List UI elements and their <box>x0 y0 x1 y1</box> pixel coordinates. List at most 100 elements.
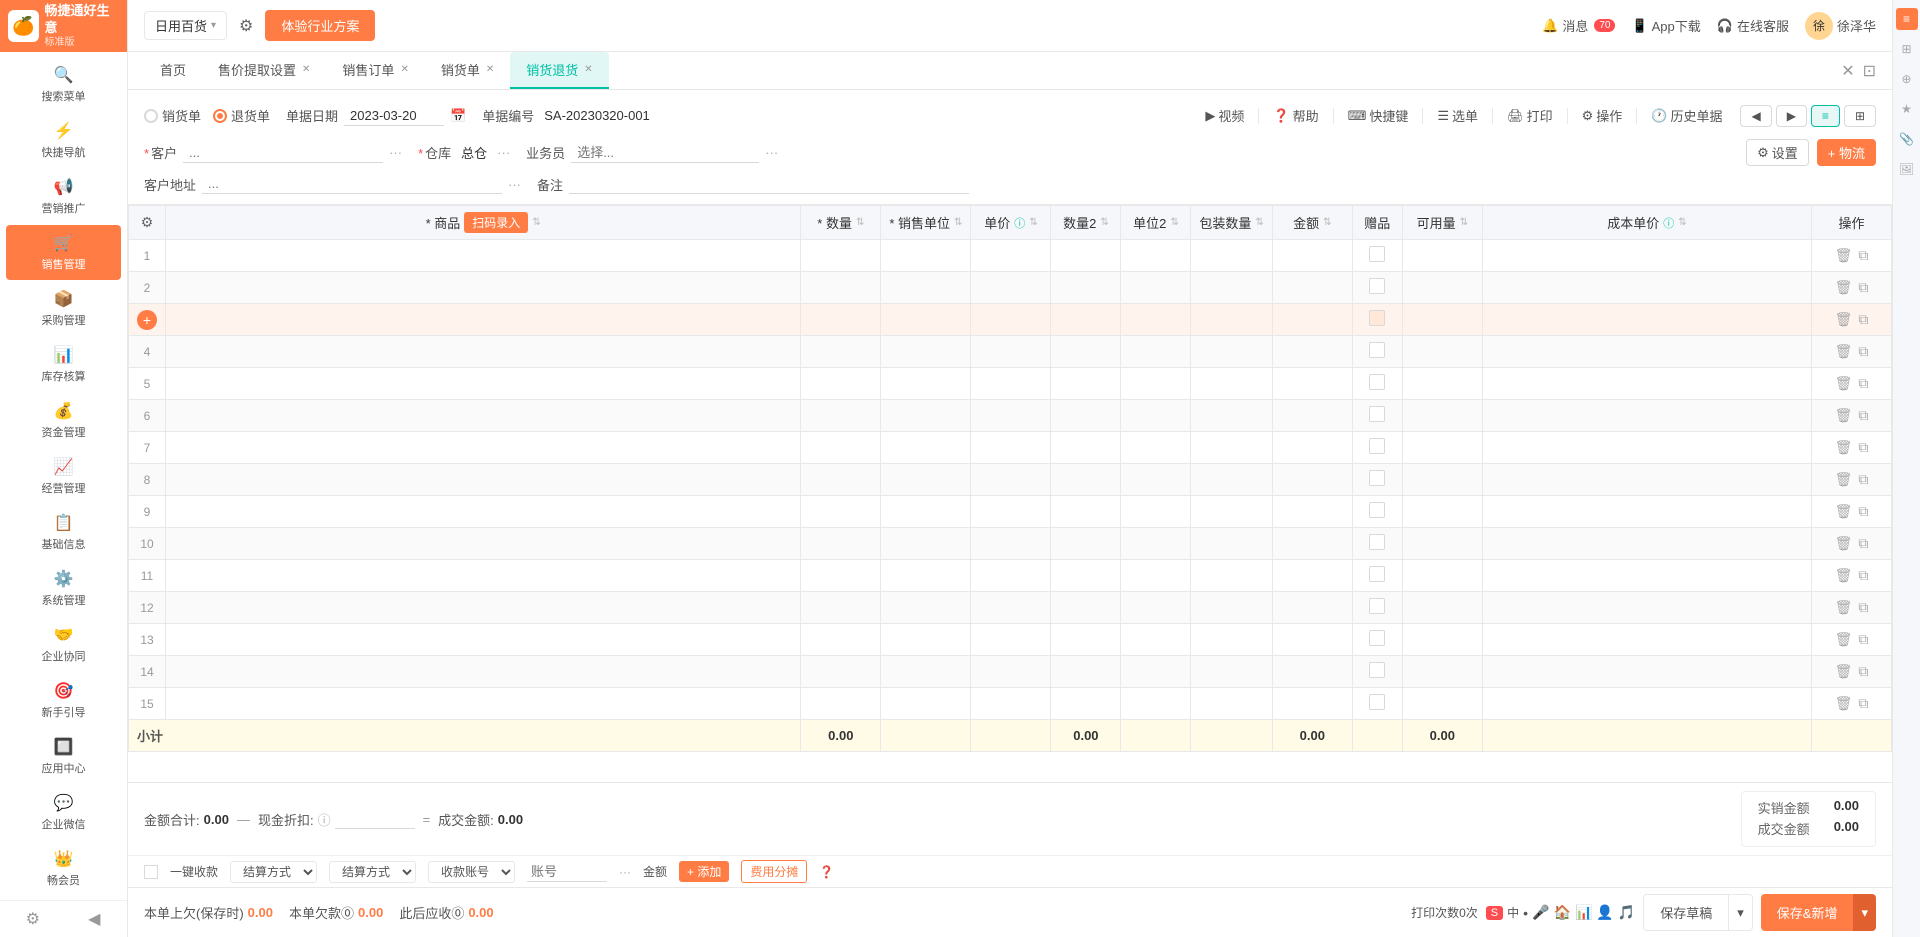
sidebar-item-search[interactable]: 🔍 搜索菜单 <box>6 57 121 112</box>
sidebar-item-system[interactable]: ⚙️ 系统管理 <box>6 561 121 616</box>
settings-btn[interactable]: ⚙ 设置 <box>1746 139 1809 166</box>
gift-checkbox[interactable] <box>1369 630 1385 646</box>
right-panel-image-icon[interactable]: 🖼 <box>1896 158 1918 180</box>
row-amount-cell[interactable] <box>1272 240 1352 272</box>
save-draft-btn[interactable]: 保存草稿 <box>1643 894 1729 931</box>
tab-sale-price-close[interactable]: ✕ <box>302 64 310 75</box>
row-sale-unit-cell[interactable] <box>881 240 971 272</box>
print-btn[interactable]: 🖨 打印 <box>1501 104 1559 127</box>
gift-checkbox[interactable] <box>1369 534 1385 550</box>
row-price-cell[interactable] <box>971 272 1051 304</box>
user-tool-icon[interactable]: 👤 <box>1596 904 1613 921</box>
salesman-dots[interactable]: ··· <box>765 145 778 160</box>
sidebar-item-appstore[interactable]: 🔲 应用中心 <box>6 729 121 784</box>
amount-sort-icon[interactable]: ⇅ <box>1323 217 1331 228</box>
row-qty-cell[interactable] <box>801 304 881 336</box>
row-gift-cell[interactable] <box>1352 240 1402 272</box>
account-dots[interactable]: ··· <box>619 865 631 879</box>
chart-tool-icon[interactable]: 📊 <box>1575 904 1592 921</box>
row-qty2-cell[interactable] <box>1051 272 1121 304</box>
row-product-cell-active[interactable] <box>166 304 801 336</box>
row-unit2-cell[interactable] <box>1121 304 1191 336</box>
calc-select[interactable]: 结算方式 <box>329 861 416 883</box>
scan-btn[interactable]: 扫码录入 <box>464 212 528 233</box>
sidebar-item-sales[interactable]: 🛒 销售管理 <box>6 225 121 280</box>
gift-checkbox-active[interactable] <box>1369 310 1385 326</box>
zhongwen-icon[interactable]: 中 <box>1507 904 1519 921</box>
sidebar-item-purchase[interactable]: 📦 采购管理 <box>6 281 121 336</box>
sidebar-item-operation[interactable]: 📈 经营管理 <box>6 449 121 504</box>
tab-sale-order[interactable]: 销售订单 ✕ <box>326 52 424 89</box>
tab-sale-price[interactable]: 售价提取设置 ✕ <box>202 52 326 89</box>
row-amount-cell[interactable] <box>1272 272 1352 304</box>
music-tool-icon[interactable]: 🎵 <box>1618 904 1635 921</box>
tab-sale-return-close[interactable]: ✕ <box>584 64 592 75</box>
warehouse-dots[interactable]: ··· <box>497 145 510 160</box>
row-delete-icon[interactable]: 🗑 <box>1835 247 1853 264</box>
row-price-cell[interactable] <box>971 304 1051 336</box>
customer-input[interactable] <box>183 143 383 163</box>
gift-checkbox[interactable] <box>1369 438 1385 454</box>
tab-sale-delivery[interactable]: 销货单 ✕ <box>425 52 510 89</box>
unit2-sort-icon[interactable]: ⇅ <box>1170 217 1178 228</box>
row-cost-cell[interactable] <box>1482 240 1811 272</box>
row-pack-cell[interactable] <box>1191 272 1272 304</box>
row-delete-icon[interactable]: 🗑 <box>1835 663 1853 680</box>
nav-prev-btn[interactable]: ◀ <box>1740 105 1771 127</box>
gift-checkbox[interactable] <box>1369 694 1385 710</box>
row-pack-cell[interactable] <box>1191 304 1272 336</box>
row-copy-icon[interactable]: ⧉ <box>1858 535 1868 552</box>
remark-input[interactable] <box>569 174 969 194</box>
gift-checkbox[interactable] <box>1369 662 1385 678</box>
row-delete-icon[interactable]: 🗑 <box>1835 471 1853 488</box>
product-sort-icon[interactable]: ⇅ <box>532 217 540 228</box>
row-copy-icon[interactable]: ⧉ <box>1858 375 1868 392</box>
account-select[interactable]: 收款账号 <box>428 861 515 883</box>
row-copy-icon[interactable]: ⧉ <box>1858 567 1868 584</box>
sidebar-settings-btn[interactable]: ⚙ <box>6 909 60 929</box>
row-pack-cell[interactable] <box>1191 240 1272 272</box>
fullscreen-btn[interactable]: ⊡ <box>1863 61 1876 81</box>
row-unit2-cell[interactable] <box>1121 272 1191 304</box>
row-price-cell[interactable] <box>971 240 1051 272</box>
cash-discount-input[interactable] <box>335 809 415 829</box>
experience-btn[interactable]: 体验行业方案 <box>265 10 375 41</box>
select-order-btn[interactable]: ☰ 选单 <box>1431 104 1484 127</box>
operate-btn[interactable]: ⚙ 操作 <box>1576 104 1629 127</box>
avail-sort-icon[interactable]: ⇅ <box>1460 217 1468 228</box>
tab-sale-order-close[interactable]: ✕ <box>400 64 408 75</box>
row-delete-icon[interactable]: 🗑 <box>1835 343 1853 360</box>
qty-sort-icon[interactable]: ⇅ <box>856 217 864 228</box>
view-list-btn[interactable]: ≡ <box>1811 105 1840 127</box>
row-delete-icon[interactable]: 🗑 <box>1835 535 1853 552</box>
row-delete-icon[interactable]: 🗑 <box>1835 599 1853 616</box>
cash-discount-help-icon[interactable]: ⓘ <box>318 810 331 829</box>
row-sale-unit-cell[interactable] <box>881 272 971 304</box>
row-copy-icon[interactable]: ⧉ <box>1858 695 1868 712</box>
radio-return[interactable]: 退货单 <box>213 106 270 125</box>
history-btn[interactable]: 🕐 历史单据 <box>1645 104 1728 127</box>
service-btn[interactable]: 🎧 在线客服 <box>1717 16 1789 35</box>
gift-checkbox[interactable] <box>1369 374 1385 390</box>
row-sale-unit-cell[interactable] <box>881 304 971 336</box>
row-qty-cell[interactable] <box>801 272 881 304</box>
right-panel-add-icon[interactable]: ⊕ <box>1896 68 1918 90</box>
row-copy-icon[interactable]: ⧉ <box>1858 663 1868 680</box>
row-delete-icon[interactable]: 🗑 <box>1835 439 1853 456</box>
row-qty-cell[interactable] <box>801 240 881 272</box>
right-panel-star-icon[interactable]: ★ <box>1896 98 1918 120</box>
product-input-active[interactable] <box>174 312 792 327</box>
sidebar-item-basic[interactable]: 📋 基础信息 <box>6 505 121 560</box>
sidebar-item-finance[interactable]: 💰 资金管理 <box>6 393 121 448</box>
dot-icon[interactable]: • <box>1523 905 1528 921</box>
radio-delivery[interactable]: 销货单 <box>144 106 201 125</box>
nav-next-btn[interactable]: ▶ <box>1776 105 1807 127</box>
address-dots[interactable]: ··· <box>508 177 521 192</box>
add-row-btn[interactable]: + <box>137 310 157 330</box>
save-draft-arrow-btn[interactable]: ▾ <box>1729 894 1753 931</box>
save-new-btn[interactable]: 保存&新增 <box>1761 894 1854 931</box>
close-tab-btn[interactable]: ✕ <box>1841 61 1854 81</box>
table-gear-icon[interactable]: ⚙ <box>141 214 154 231</box>
row-qty2-cell[interactable] <box>1051 240 1121 272</box>
tab-home[interactable]: 首页 <box>144 52 202 89</box>
